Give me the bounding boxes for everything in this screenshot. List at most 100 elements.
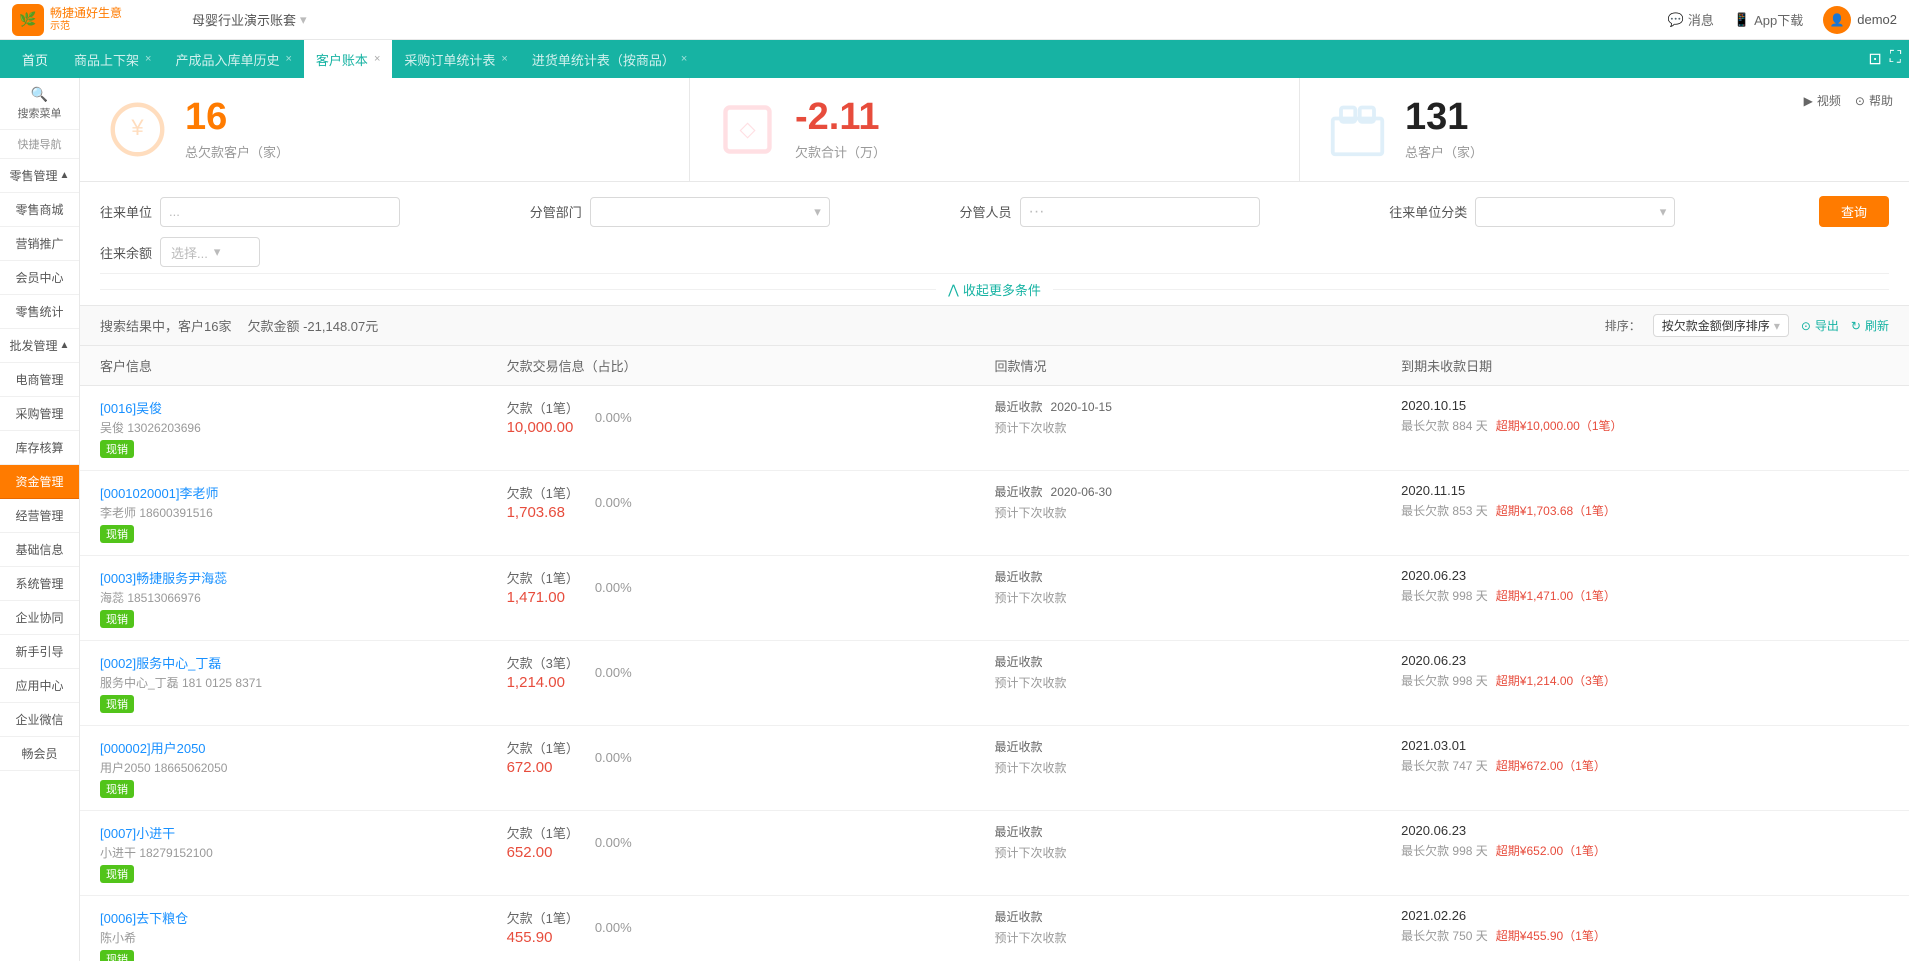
customer-name-link[interactable]: [0001020001]李老师 [100,483,507,502]
customer-tag: 现销 [100,950,134,961]
store-name: 母婴行业演示账套 [192,10,296,29]
stat-info-debt-customers: 16 总欠款客户（家） [185,98,289,161]
tab-maximize-icon[interactable]: ⛶ [1890,49,1901,69]
content-area: ¥ 16 总欠款客户（家） ◇ -2.11 欠款合计（ [80,78,1909,961]
overdue-link[interactable]: 超期¥1,471.00（1笔） [1496,587,1616,604]
debt-count: 欠款（1笔） [507,908,579,927]
filter-person: 分管人员 ··· [960,197,1374,227]
customer-detail: 吴俊 13026203696 [100,419,507,436]
sidebar-item-member-vip[interactable]: 畅会员 [0,737,79,771]
unit-category-input[interactable]: ▾ [1475,197,1675,227]
debt-count: 欠款（1笔） [507,398,579,417]
customer-name-link[interactable]: [0007]小进干 [100,823,507,842]
dropdown-arrow-icon: ▾ [300,12,307,28]
recovery-next: 预计下次收款 [995,929,1402,946]
user-avatar[interactable]: 👤 demo2 [1823,6,1897,34]
dept-input[interactable]: ▾ [590,197,830,227]
close-tab-icon[interactable]: × [681,53,687,65]
overdue-link[interactable]: 超期¥672.00（1笔） [1496,757,1606,774]
debt-info-col: 欠款（1笔） 652.00 0.00% [507,823,995,861]
total-customers-icon [1330,102,1385,157]
results-actions: 排序： 按欠款金额倒序排序 ▾ ⊙ 导出 ↻ 刷新 [1605,314,1889,337]
collapse-btn[interactable]: ⋀ 收起更多条件 [936,280,1053,299]
sort-select[interactable]: 按欠款金额倒序排序 ▾ [1653,314,1789,337]
sidebar-item-enterprise-collab[interactable]: 企业协同 [0,601,79,635]
arrow-icon: ▲ [60,340,70,351]
stat-info-debt-amount: -2.11 欠款合计（万） [795,98,886,161]
sidebar-item-retail-mgmt[interactable]: 零售管理 ▲ [0,159,79,193]
sidebar-item-finance[interactable]: 资金管理 [0,465,79,499]
recovery-next: 预计下次收款 [995,419,1402,436]
recovery-label: 最近收款 [995,738,1043,755]
sidebar-item-wholesale-mgmt[interactable]: 批发管理 ▲ [0,329,79,363]
tab-customer-account[interactable]: 客户账本 × [304,40,392,78]
table-row: [0016]吴俊 吴俊 13026203696 现销 欠款（1笔） 10,000… [80,386,1909,471]
close-tab-icon[interactable]: × [285,53,291,65]
sidebar-item-member-center[interactable]: 会员中心 [0,261,79,295]
from-unit-input[interactable]: ... [160,197,400,227]
customer-name-link[interactable]: [0002]服务中心_丁磊 [100,653,507,672]
tab-minimize-icon[interactable]: ⊡ [1868,49,1881,69]
message-btn[interactable]: 💬 消息 [1668,10,1714,29]
tab-purchase-by-goods[interactable]: 进货单统计表（按商品） × [520,40,699,78]
sidebar-search-btn[interactable]: 🔍 搜索菜单 [0,78,79,130]
sidebar-item-marketing[interactable]: 营销推广 [0,227,79,261]
person-input[interactable]: ··· [1020,197,1260,227]
sidebar-item-purchase[interactable]: 采购管理 [0,397,79,431]
customer-info-col: [0016]吴俊 吴俊 13026203696 现销 [100,398,507,458]
customer-tag: 现销 [100,440,134,458]
overdue-days: 最长欠款 998 天 [1401,842,1488,859]
customer-name-link[interactable]: [0003]畅捷服务尹海蕊 [100,568,507,587]
customer-name-link[interactable]: [0016]吴俊 [100,398,507,417]
query-button[interactable]: 查询 [1819,196,1889,227]
sidebar-item-ecommerce[interactable]: 电商管理 [0,363,79,397]
close-tab-icon[interactable]: × [374,53,380,65]
customer-name-link[interactable]: [000002]用户2050 [100,738,507,757]
overdue-link[interactable]: 超期¥652.00（1笔） [1496,842,1606,859]
overdue-info-col: 2020.06.23 最长欠款 998 天 超期¥1,471.00（1笔） [1401,568,1889,604]
sidebar-item-system[interactable]: 系统管理 [0,567,79,601]
sidebar-item-business[interactable]: 经营管理 [0,499,79,533]
debt-count: 欠款（1笔） [507,483,579,502]
help-btn[interactable]: ⊙ 帮助 [1855,92,1893,109]
video-help-btn[interactable]: ▶ 视频 [1804,92,1841,109]
debt-amount: 1,214.00 [507,674,579,691]
sidebar-item-new-guide[interactable]: 新手引导 [0,635,79,669]
overdue-link[interactable]: 超期¥1,214.00（3笔） [1496,672,1616,689]
app-download-btn[interactable]: 📱 App下载 [1734,10,1803,29]
overdue-days: 最长欠款 998 天 [1401,587,1488,604]
logo-icon: 🌿 [12,4,44,36]
balance-input[interactable]: 选择... ▾ [160,237,260,267]
debt-ratio: 0.00% [595,920,632,935]
tab-purchase-stats[interactable]: 采购订单统计表 × [392,40,519,78]
debt-amount: 652.00 [507,844,579,861]
close-tab-icon[interactable]: × [501,53,507,65]
balance-label: 往来余额 [100,243,152,262]
debt-count: 欠款（1笔） [507,738,579,757]
recovery-next: 预计下次收款 [995,674,1402,691]
customer-info-col: [0007]小进干 小进干 18279152100 现销 [100,823,507,883]
sidebar-item-inventory[interactable]: 库存核算 [0,431,79,465]
sidebar-item-retail-mall[interactable]: 零售商城 [0,193,79,227]
col-header-customer: 客户信息 [100,356,507,375]
close-tab-icon[interactable]: × [145,53,151,65]
refresh-btn[interactable]: ↻ 刷新 [1851,317,1889,334]
overdue-link[interactable]: 超期¥10,000.00（1笔） [1496,417,1623,434]
overdue-info-col: 2020.06.23 最长欠款 998 天 超期¥1,214.00（3笔） [1401,653,1889,689]
tab-production-history[interactable]: 产成品入库单历史 × [163,40,303,78]
sidebar-item-app-center[interactable]: 应用中心 [0,669,79,703]
logo-text: 畅捷通好生意 [50,6,122,20]
unit-category-arrow-icon: ▾ [1660,204,1667,220]
tab-goods-listing[interactable]: 商品上下架 × [62,40,163,78]
customer-name-link[interactable]: [0006]去下粮仓 [100,908,507,927]
sidebar-item-wechat[interactable]: 企业微信 [0,703,79,737]
overdue-link[interactable]: 超期¥1,703.68（1笔） [1496,502,1616,519]
app-icon: 📱 [1734,12,1750,28]
sidebar-item-retail-stats[interactable]: 零售统计 [0,295,79,329]
tab-home[interactable]: 首页 [8,40,62,78]
overdue-link[interactable]: 超期¥455.90（1笔） [1496,927,1606,944]
export-btn[interactable]: ⊙ 导出 [1801,317,1839,334]
sidebar-item-basic-info[interactable]: 基础信息 [0,533,79,567]
overdue-date: 2020.10.15 [1401,398,1889,413]
store-selector[interactable]: 母婴行业演示账套 ▾ [192,10,307,29]
